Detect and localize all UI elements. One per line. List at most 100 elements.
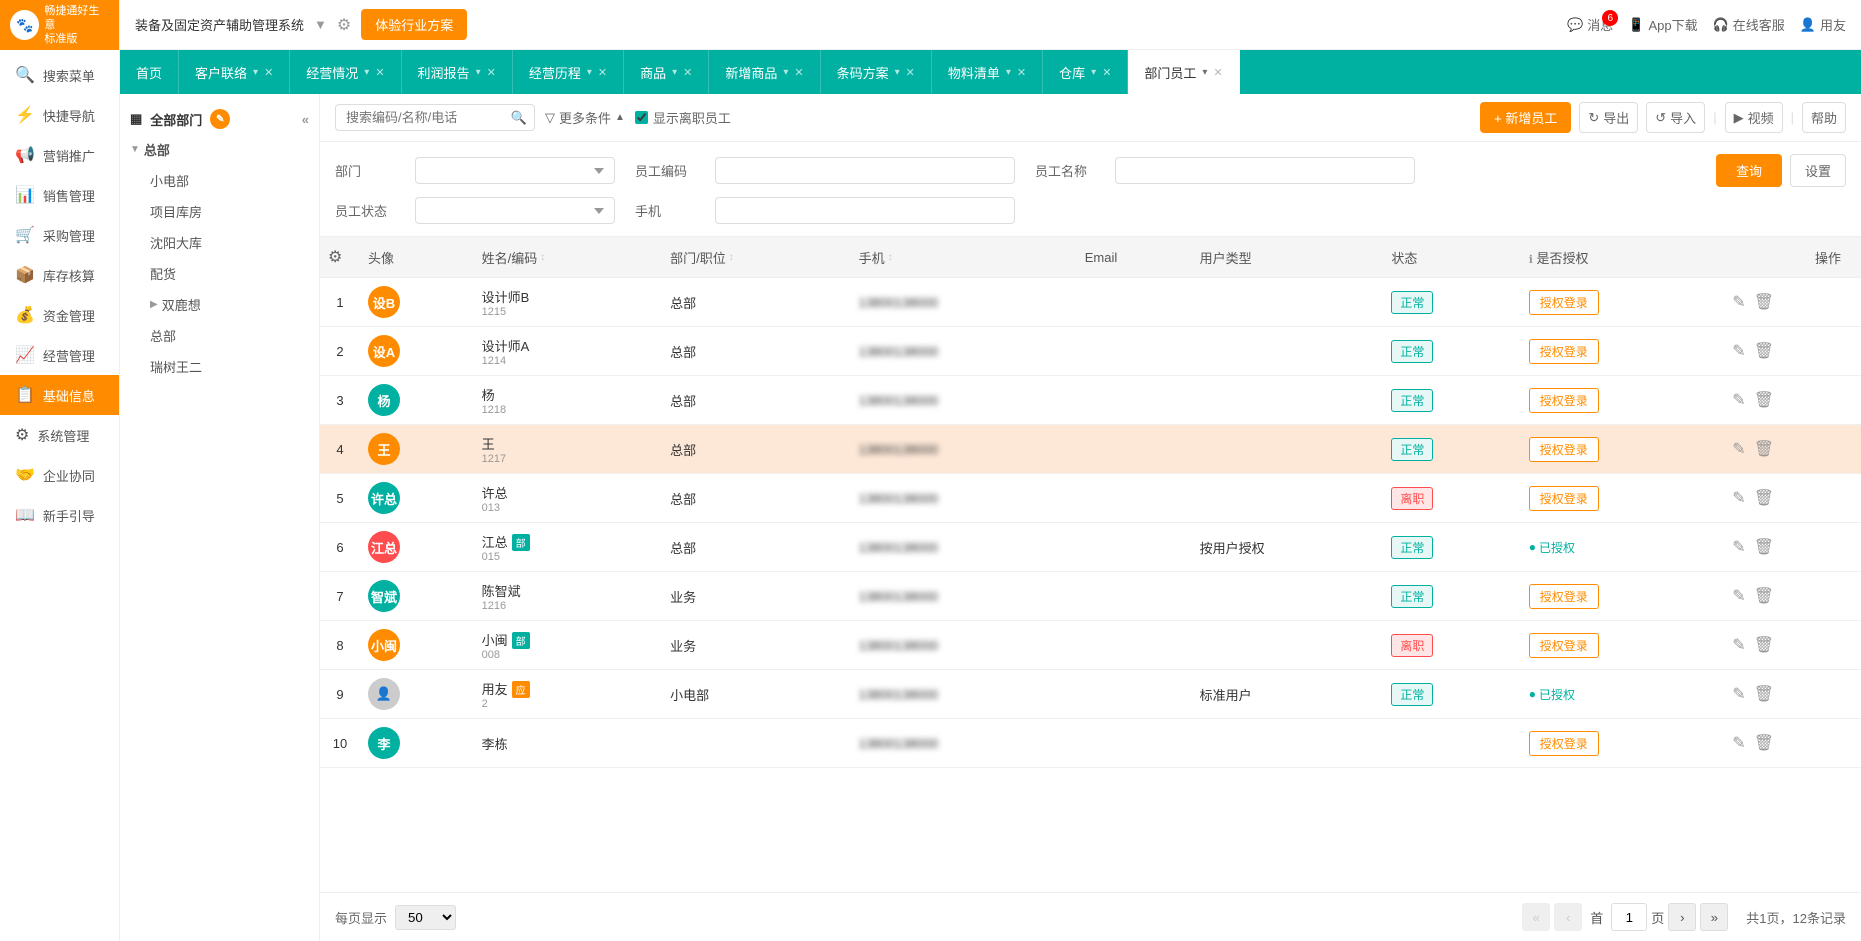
delete-icon[interactable]: 🗑 bbox=[1754, 635, 1774, 655]
tree-item-瑞树王二[interactable]: 瑞树王二 bbox=[120, 351, 319, 382]
next-page-btn[interactable]: › bbox=[1668, 903, 1696, 931]
delete-icon[interactable]: 🗑 bbox=[1754, 537, 1774, 557]
nav-tab-部门员工[interactable]: 部门员工▾✕ bbox=[1128, 50, 1239, 94]
tab-close-icon[interactable]: ✕ bbox=[1213, 66, 1222, 79]
dept-edit-icon[interactable]: ✎ bbox=[210, 109, 230, 129]
tree-item-总部[interactable]: 总部 bbox=[120, 320, 319, 351]
tree-collapse-btn[interactable]: « bbox=[302, 112, 309, 127]
th-settings[interactable]: ⚙ bbox=[320, 237, 360, 278]
nav-tab-经营情况[interactable]: 经营情况▾✕ bbox=[290, 50, 401, 94]
tab-close-icon[interactable]: ✕ bbox=[264, 66, 273, 79]
edit-icon[interactable]: ✎ bbox=[1732, 684, 1745, 704]
edit-icon[interactable]: ✎ bbox=[1732, 390, 1745, 410]
show-resign-label[interactable]: 显示离职员工 bbox=[635, 108, 731, 127]
edit-icon[interactable]: ✎ bbox=[1732, 537, 1745, 557]
auth-btn[interactable]: 授权登录 bbox=[1529, 339, 1599, 364]
nav-tab-经营历程[interactable]: 经营历程▾✕ bbox=[513, 50, 624, 94]
first-page-btn[interactable]: « bbox=[1522, 903, 1550, 931]
th-dept[interactable]: 部门/职位 ↕ bbox=[662, 237, 850, 278]
delete-icon[interactable]: 🗑 bbox=[1754, 341, 1774, 361]
auth-btn[interactable]: 授权登录 bbox=[1529, 633, 1599, 658]
more-filter-btn[interactable]: ▽ 更多条件 ▲ bbox=[545, 108, 625, 127]
edit-icon[interactable]: ✎ bbox=[1732, 488, 1745, 508]
import-btn[interactable]: ↺ 导入 bbox=[1646, 102, 1705, 133]
delete-icon[interactable]: 🗑 bbox=[1754, 684, 1774, 704]
tab-close-icon[interactable]: ✕ bbox=[794, 66, 803, 79]
sidebar-item-基础信息[interactable]: 📋基础信息 bbox=[0, 375, 119, 415]
prev-page-btn[interactable]: ‹ bbox=[1554, 903, 1582, 931]
th-phone[interactable]: 手机 ↕ bbox=[851, 237, 1077, 278]
video-btn[interactable]: ▶ 视频 bbox=[1725, 102, 1783, 133]
help-btn[interactable]: 帮助 bbox=[1802, 102, 1846, 133]
tab-close-icon[interactable]: ✕ bbox=[598, 66, 607, 79]
sidebar-item-快捷导航[interactable]: ⚡快捷导航 bbox=[0, 95, 119, 135]
tab-close-icon[interactable]: ✕ bbox=[1102, 66, 1111, 79]
tab-close-icon[interactable]: ✕ bbox=[487, 66, 496, 79]
nav-tab-物料清单[interactable]: 物料清单▾✕ bbox=[932, 50, 1043, 94]
code-input[interactable] bbox=[715, 157, 1015, 184]
page-input[interactable] bbox=[1611, 903, 1647, 931]
sidebar-item-资金管理[interactable]: 💰资金管理 bbox=[0, 295, 119, 335]
tree-item-小电部[interactable]: 小电部 bbox=[120, 165, 319, 196]
auth-btn[interactable]: 授权登录 bbox=[1529, 388, 1599, 413]
tree-item-项目库房[interactable]: 项目库房 bbox=[120, 196, 319, 227]
delete-icon[interactable]: 🗑 bbox=[1754, 586, 1774, 606]
edit-icon[interactable]: ✎ bbox=[1732, 586, 1745, 606]
setting-btn[interactable]: 设置 bbox=[1790, 154, 1846, 187]
tree-item-总部[interactable]: ▼总部 bbox=[120, 134, 319, 165]
sidebar-item-系统管理[interactable]: ⚙系统管理 bbox=[0, 415, 119, 455]
sidebar-item-新手引导[interactable]: 📖新手引导 bbox=[0, 495, 119, 535]
edit-icon[interactable]: ✎ bbox=[1732, 733, 1745, 753]
delete-icon[interactable]: 🗑 bbox=[1754, 439, 1774, 459]
user-btn[interactable]: 👤 用友 bbox=[1800, 15, 1846, 34]
name-input[interactable] bbox=[1115, 157, 1415, 184]
tab-close-icon[interactable]: ✕ bbox=[906, 66, 915, 79]
nav-tab-商品[interactable]: 商品▾✕ bbox=[624, 50, 709, 94]
add-employee-btn[interactable]: + 新增员工 bbox=[1480, 102, 1571, 133]
auth-btn[interactable]: 授权登录 bbox=[1529, 290, 1599, 315]
sidebar-item-销售管理[interactable]: 📊销售管理 bbox=[0, 175, 119, 215]
dropdown-arrow-icon[interactable]: ▼ bbox=[314, 17, 327, 32]
nav-tab-利润报告[interactable]: 利润报告▾✕ bbox=[402, 50, 513, 94]
sidebar-item-库存核算[interactable]: 📦库存核算 bbox=[0, 255, 119, 295]
message-btn[interactable]: 💬 消息 6 bbox=[1567, 15, 1613, 34]
edit-icon[interactable]: ✎ bbox=[1732, 635, 1745, 655]
export-btn[interactable]: ↻ 导出 bbox=[1579, 102, 1638, 133]
tab-close-icon[interactable]: ✕ bbox=[683, 66, 692, 79]
nav-tab-条码方案[interactable]: 条码方案▾✕ bbox=[821, 50, 932, 94]
nav-tab-首页[interactable]: 首页 bbox=[120, 50, 179, 94]
th-name[interactable]: 姓名/编码 ↕ bbox=[474, 237, 662, 278]
edit-icon[interactable]: ✎ bbox=[1732, 439, 1745, 459]
auth-btn[interactable]: 授权登录 bbox=[1529, 731, 1599, 756]
sidebar-item-经营管理[interactable]: 📈经营管理 bbox=[0, 335, 119, 375]
delete-icon[interactable]: 🗑 bbox=[1754, 292, 1774, 312]
tab-close-icon[interactable]: ✕ bbox=[375, 66, 384, 79]
auth-btn[interactable]: 授权登录 bbox=[1529, 584, 1599, 609]
sidebar-item-企业协同[interactable]: 🤝企业协同 bbox=[0, 455, 119, 495]
tree-item-配货[interactable]: 配货 bbox=[120, 258, 319, 289]
auth-btn[interactable]: 授权登录 bbox=[1529, 437, 1599, 462]
nav-tab-客户联络[interactable]: 客户联络▾✕ bbox=[179, 50, 290, 94]
delete-icon[interactable]: 🗑 bbox=[1754, 488, 1774, 508]
nav-tab-新增商品[interactable]: 新增商品▾✕ bbox=[709, 50, 820, 94]
tree-item-双鹿想[interactable]: ▶双鹿想 bbox=[120, 289, 319, 320]
try-button[interactable]: 体验行业方案 bbox=[361, 9, 467, 40]
tree-item-沈阳大库[interactable]: 沈阳大库 bbox=[120, 227, 319, 258]
page-size-select[interactable]: 50 100 bbox=[395, 905, 456, 930]
delete-icon[interactable]: 🗑 bbox=[1754, 390, 1774, 410]
search-input[interactable] bbox=[335, 104, 535, 131]
sidebar-item-搜索菜单[interactable]: 🔍搜索菜单 bbox=[0, 55, 119, 95]
edit-icon[interactable]: ✎ bbox=[1732, 292, 1745, 312]
online-service-btn[interactable]: 🎧 在线客服 bbox=[1713, 15, 1785, 34]
nav-tab-仓库[interactable]: 仓库▾✕ bbox=[1043, 50, 1128, 94]
delete-icon[interactable]: 🗑 bbox=[1754, 733, 1774, 753]
auth-btn[interactable]: 授权登录 bbox=[1529, 486, 1599, 511]
sidebar-item-营销推广[interactable]: 📢营销推广 bbox=[0, 135, 119, 175]
dept-select[interactable] bbox=[415, 157, 615, 184]
search-icon[interactable]: 🔍 bbox=[511, 110, 527, 126]
status-select[interactable] bbox=[415, 197, 615, 224]
last-page-btn[interactable]: » bbox=[1700, 903, 1728, 931]
sidebar-item-采购管理[interactable]: 🛒采购管理 bbox=[0, 215, 119, 255]
show-resign-checkbox[interactable] bbox=[635, 111, 648, 124]
phone-input[interactable] bbox=[715, 197, 1015, 224]
